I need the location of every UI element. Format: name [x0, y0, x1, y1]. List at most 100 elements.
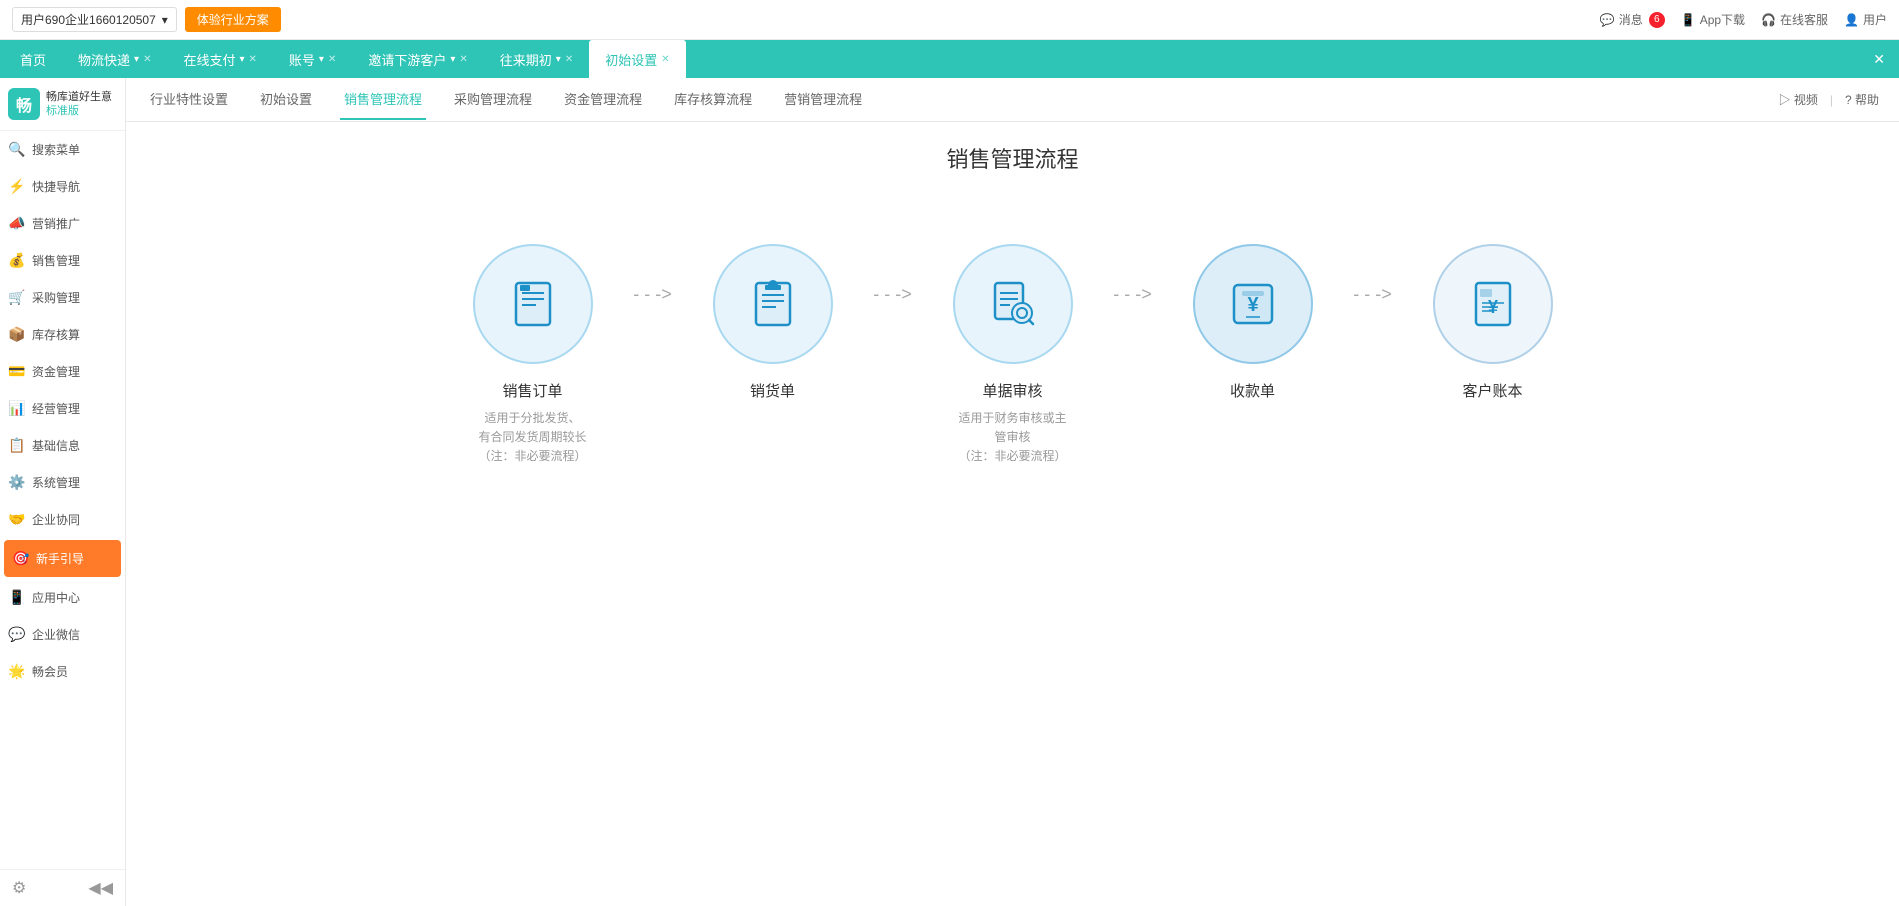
nav-tab-home-label: 首页: [20, 50, 46, 69]
gear-icon: ⚙️: [8, 474, 26, 491]
nav-tab-payment-label: 在线支付: [183, 50, 235, 69]
handshake-icon: 🤝: [8, 511, 26, 528]
sidebar-item-purchase[interactable]: 🛒 采购管理: [0, 279, 125, 316]
close-icon4[interactable]: ✕: [459, 54, 467, 65]
sidebar-item-inventory[interactable]: 📦 库存核算: [0, 316, 125, 353]
nav-tab-logistics[interactable]: 物流快递 ▾ ✕: [62, 40, 167, 78]
sub-tab-marketing-flow[interactable]: 营销管理流程: [780, 79, 866, 120]
flow-arrow-4: - - ->: [1343, 284, 1403, 305]
nav-tab-account[interactable]: 账号 ▾ ✕: [273, 40, 352, 78]
flow-circle-receipt[interactable]: ¥: [1193, 244, 1313, 364]
sub-tab-industry[interactable]: 行业特性设置: [146, 79, 232, 120]
flow-arrow-2: - - ->: [863, 284, 923, 305]
close-icon5[interactable]: ✕: [565, 54, 573, 65]
sidebar-item-appcenter[interactable]: 📱 应用中心: [0, 579, 125, 616]
settings-bottom-icon[interactable]: ⚙: [12, 878, 26, 898]
nav-tab-invite-label: 邀请下游客户: [368, 50, 446, 69]
sidebar-item-wechat[interactable]: 💬 企业微信: [0, 616, 125, 653]
user-selector[interactable]: 用户690企业1660120507 ▾: [12, 7, 177, 32]
svg-text:¥: ¥: [1247, 294, 1259, 316]
page-content: 销售管理流程 销售订单 适用于分批发货、有合同: [126, 122, 1899, 906]
app-download-label: App下载: [1700, 11, 1745, 28]
nav-tab-invite[interactable]: 邀请下游客户 ▾ ✕: [352, 40, 483, 78]
flow-desc-review: 适用于财务审核或主管审核（注：非必要流程）: [958, 409, 1066, 467]
logo-icon: 畅: [8, 88, 40, 120]
nav-tab-initial-label: 往来期初: [500, 50, 552, 69]
close-icon6[interactable]: ✕: [661, 54, 669, 65]
help-button[interactable]: ? 帮助: [1845, 91, 1879, 108]
top-bar-right: 💬 消息 6 📱 App下载 🎧 在线客服 👤 用户: [1600, 11, 1887, 28]
sidebar-system-label: 系统管理: [32, 474, 80, 491]
sidebar-item-sales[interactable]: 💰 销售管理: [0, 242, 125, 279]
top-bar: 用户690企业1660120507 ▾ 体验行业方案 💬 消息 6 📱 App下…: [0, 0, 1899, 40]
flow-label-review: 单据审核: [982, 380, 1042, 401]
flow-circle-ledger[interactable]: ¥: [1433, 244, 1553, 364]
flow-item-ledger: ¥ 客户账本: [1403, 244, 1583, 409]
flash-icon: ⚡: [8, 178, 26, 195]
clipboard-icon: 📋: [8, 437, 26, 454]
chevron-down-icon: ▾: [134, 54, 139, 65]
sidebar-marketing-label: 营销推广: [32, 215, 80, 232]
close-all-button[interactable]: ✕: [1863, 51, 1895, 68]
nav-tab-payment[interactable]: 在线支付 ▾ ✕: [167, 40, 272, 78]
star-icon: 🌟: [8, 663, 26, 680]
service-icon: 🎧: [1761, 13, 1776, 27]
close-icon[interactable]: ✕: [143, 54, 151, 65]
trial-button[interactable]: 体验行业方案: [185, 7, 281, 32]
guide-icon: 🎯: [12, 550, 30, 567]
nav-tab-account-label: 账号: [289, 50, 315, 69]
nav-tab-settings[interactable]: 初始设置 ✕: [589, 40, 685, 78]
sidebar-item-operation[interactable]: 📊 经营管理: [0, 390, 125, 427]
close-icon3[interactable]: ✕: [328, 54, 336, 65]
flow-circle-review[interactable]: [953, 244, 1073, 364]
sidebar-item-member[interactable]: 🌟 畅会员: [0, 653, 125, 690]
online-service-button[interactable]: 🎧 在线客服: [1761, 11, 1828, 28]
sub-tabs-right: ▷ 视频 | ? 帮助: [1779, 91, 1879, 108]
sub-tab-initial[interactable]: 初始设置: [256, 79, 316, 120]
sidebar-item-quicknav[interactable]: ⚡ 快捷导航: [0, 168, 125, 205]
chevron-down-icon2: ▾: [239, 54, 244, 65]
chart-icon: 📊: [8, 400, 26, 417]
sub-tab-purchase-flow[interactable]: 采购管理流程: [450, 79, 536, 120]
online-service-label: 在线客服: [1780, 11, 1828, 28]
nav-tab-initial[interactable]: 往来期初 ▾ ✕: [484, 40, 589, 78]
message-icon: 💬: [1600, 13, 1615, 27]
content-area: 行业特性设置 初始设置 销售管理流程 采购管理流程 资金管理流程 库存核算流程: [126, 78, 1899, 906]
close-icon2[interactable]: ✕: [249, 54, 257, 65]
main-layout: 畅 畅库道好生意 标准版 🔍 搜索菜单 ⚡ 快捷导航 📣 营销推广 💰 销售管理…: [0, 78, 1899, 906]
sidebar-item-marketing[interactable]: 📣 营销推广: [0, 205, 125, 242]
user-avatar-icon: 👤: [1844, 13, 1859, 27]
flow-circle-delivery[interactable]: [713, 244, 833, 364]
flow-item-delivery: 销货单: [683, 244, 863, 409]
sidebar-item-newbie[interactable]: 🎯 新手引导: [4, 540, 121, 577]
user-button[interactable]: 👤 用户: [1844, 11, 1887, 28]
messages-label: 消息: [1619, 11, 1643, 28]
messages-button[interactable]: 💬 消息 6: [1600, 11, 1665, 28]
logo-text: 畅库道好生意 标准版: [46, 90, 112, 119]
sub-tab-finance-flow[interactable]: 资金管理流程: [560, 79, 646, 120]
nav-tab-home[interactable]: 首页: [4, 40, 62, 78]
sidebar-item-finance[interactable]: 💳 资金管理: [0, 353, 125, 390]
sub-tab-inventory-flow[interactable]: 库存核算流程: [670, 79, 756, 120]
sidebar: 畅 畅库道好生意 标准版 🔍 搜索菜单 ⚡ 快捷导航 📣 营销推广 💰 销售管理…: [0, 78, 126, 906]
flow-label-ledger: 客户账本: [1462, 380, 1522, 401]
sidebar-item-system[interactable]: ⚙️ 系统管理: [0, 464, 125, 501]
sub-tabs: 行业特性设置 初始设置 销售管理流程 采购管理流程 资金管理流程 库存核算流程: [126, 78, 1899, 122]
top-bar-left: 用户690企业1660120507 ▾ 体验行业方案: [12, 7, 281, 32]
app-download-button[interactable]: 📱 App下载: [1681, 11, 1745, 28]
sub-tab-sales-flow[interactable]: 销售管理流程: [340, 79, 426, 120]
card-icon: 💳: [8, 363, 26, 380]
flow-label-sales-order: 销售订单: [502, 380, 562, 401]
nav-tabs: 首页 物流快递 ▾ ✕ 在线支付 ▾ ✕ 账号 ▾ ✕ 邀请下游客户 ▾ ✕ 往…: [0, 40, 1899, 78]
sidebar-item-collab[interactable]: 🤝 企业协同: [0, 501, 125, 538]
sidebar-item-basic[interactable]: 📋 基础信息: [0, 427, 125, 464]
sidebar-finance-label: 资金管理: [32, 363, 80, 380]
sidebar-item-search[interactable]: 🔍 搜索菜单: [0, 131, 125, 168]
money-icon: 💰: [8, 252, 26, 269]
video-button[interactable]: ▷ 视频: [1779, 91, 1818, 108]
mobile-icon: 📱: [8, 589, 26, 606]
flow-circle-sales-order[interactable]: [473, 244, 593, 364]
box-icon: 📦: [8, 326, 26, 343]
nav-tab-settings-label: 初始设置: [605, 50, 657, 69]
collapse-icon[interactable]: ◀◀: [88, 878, 113, 898]
